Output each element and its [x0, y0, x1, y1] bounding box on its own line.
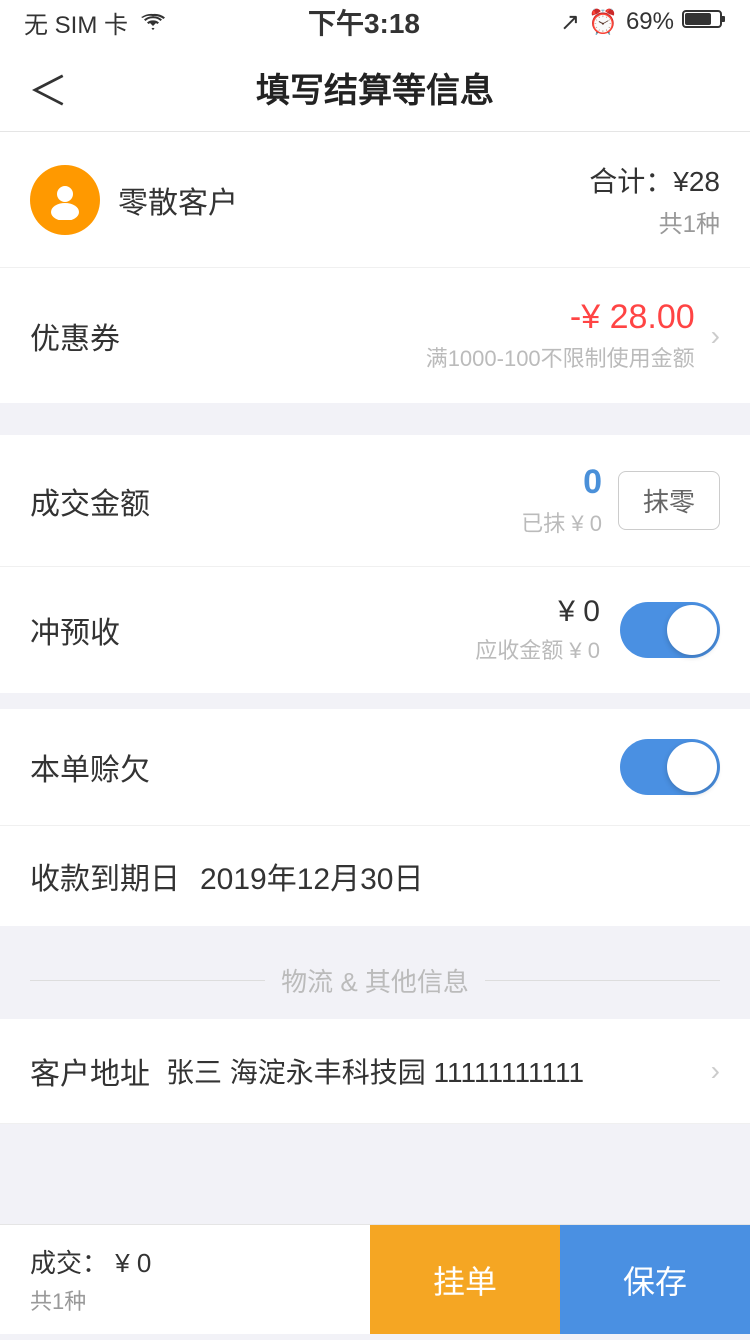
footer-count: 共1种 [30, 1284, 340, 1316]
prereceive-sub: 应收金额 ¥ 0 [475, 633, 600, 665]
toggle-knob [667, 605, 717, 655]
transaction-right: 0 已抹 ¥ 0 抹零 [521, 463, 720, 538]
location-icon: ↗ [560, 8, 580, 37]
transaction-section: 成交金额 0 已抹 ¥ 0 抹零 冲预收 ¥ 0 应收金额 ¥ 0 [0, 435, 750, 693]
nav-bar: ＜ 填写结算等信息 [0, 44, 750, 132]
coupon-amount: -¥ 28.00 [426, 298, 695, 337]
debt-toggle-knob [667, 742, 717, 792]
hold-button[interactable]: 挂单 [370, 1225, 560, 1334]
debt-row: 本单赊欠 [0, 709, 750, 825]
prereceive-toggle[interactable] [620, 602, 720, 658]
save-button[interactable]: 保存 [560, 1225, 750, 1334]
debt-section: 本单赊欠 收款到期日 2019年12月30日 [0, 709, 750, 926]
customer-row: 零散客户 合计：¥28 共1种 [0, 132, 750, 267]
logistics-section-header: 物流 & 其他信息 [0, 942, 750, 1019]
address-section: 客户地址 张三 海淀永丰科技园 11111111111 › [0, 1019, 750, 1124]
total-amount: 合计：¥28 [589, 160, 720, 200]
prereceive-right: ¥ 0 应收金额 ¥ 0 [475, 595, 720, 665]
coupon-subtext: 满1000-100不限制使用金额 [426, 341, 695, 373]
customer-section: 零散客户 合计：¥28 共1种 优惠券 -¥ 28.00 满1000-100不限… [0, 132, 750, 403]
prereceive-amount: ¥ 0 [475, 595, 600, 629]
footer-info: 成交： ¥ 0 共1种 [0, 1225, 370, 1334]
logistics-header: 物流 & 其他信息 [30, 962, 720, 999]
status-time: 下午3:18 [308, 2, 420, 42]
address-label: 客户地址 [30, 1049, 150, 1093]
due-date-row: 收款到期日 2019年12月30日 [0, 825, 750, 926]
section-divider-1 [0, 419, 750, 435]
transaction-row: 成交金额 0 已抹 ¥ 0 抹零 [0, 435, 750, 567]
due-date-value: 2019年12月30日 [200, 854, 423, 898]
status-left: 无 SIM 卡 [24, 5, 168, 40]
logistics-line-left [30, 980, 265, 981]
signal-text: 无 SIM 卡 [24, 5, 128, 40]
logistics-label: 物流 & 其他信息 [281, 962, 469, 999]
transaction-value: 0 [521, 463, 602, 502]
section-divider-2 [0, 693, 750, 709]
status-bar: 无 SIM 卡 下午3:18 ↗ ⏰ 69% [0, 0, 750, 44]
footer: 成交： ¥ 0 共1种 挂单 保存 [0, 1224, 750, 1334]
page-title: 填写结算等信息 [256, 63, 494, 112]
round-zero-button[interactable]: 抹零 [618, 471, 720, 530]
coupon-row[interactable]: 优惠券 -¥ 28.00 满1000-100不限制使用金额 › [0, 267, 750, 403]
logistics-line-right [485, 980, 720, 981]
total-count: 共1种 [589, 204, 720, 239]
address-chevron-icon: › [711, 1055, 720, 1087]
battery-icon [682, 8, 726, 37]
customer-total: 合计：¥28 共1种 [589, 160, 720, 239]
status-right: ↗ ⏰ 69% [560, 8, 726, 37]
transaction-label: 成交金额 [30, 479, 150, 523]
footer-transaction: 成交： ¥ 0 [30, 1243, 340, 1280]
back-button[interactable]: ＜ [28, 59, 68, 117]
address-row[interactable]: 客户地址 张三 海淀永丰科技园 11111111111 › [0, 1019, 750, 1124]
coupon-right: -¥ 28.00 满1000-100不限制使用金额 › [426, 298, 720, 373]
battery-percent: 69% [626, 8, 674, 36]
debt-toggle[interactable] [620, 739, 720, 795]
alarm-icon: ⏰ [588, 8, 618, 37]
prereceive-row: 冲预收 ¥ 0 应收金额 ¥ 0 [0, 567, 750, 693]
customer-name: 零散客户 [118, 178, 238, 222]
chevron-right-icon: › [711, 320, 720, 352]
avatar [30, 165, 100, 235]
due-date-label: 收款到期日 [30, 854, 180, 898]
coupon-label: 优惠券 [30, 314, 120, 358]
transaction-sub: 已抹 ¥ 0 [521, 506, 602, 538]
address-value: 张三 海淀永丰科技园 11111111111 [150, 1051, 711, 1091]
debt-label: 本单赊欠 [30, 745, 150, 789]
customer-info: 零散客户 [30, 165, 238, 235]
prereceive-label: 冲预收 [30, 608, 120, 652]
wifi-icon [138, 8, 168, 37]
